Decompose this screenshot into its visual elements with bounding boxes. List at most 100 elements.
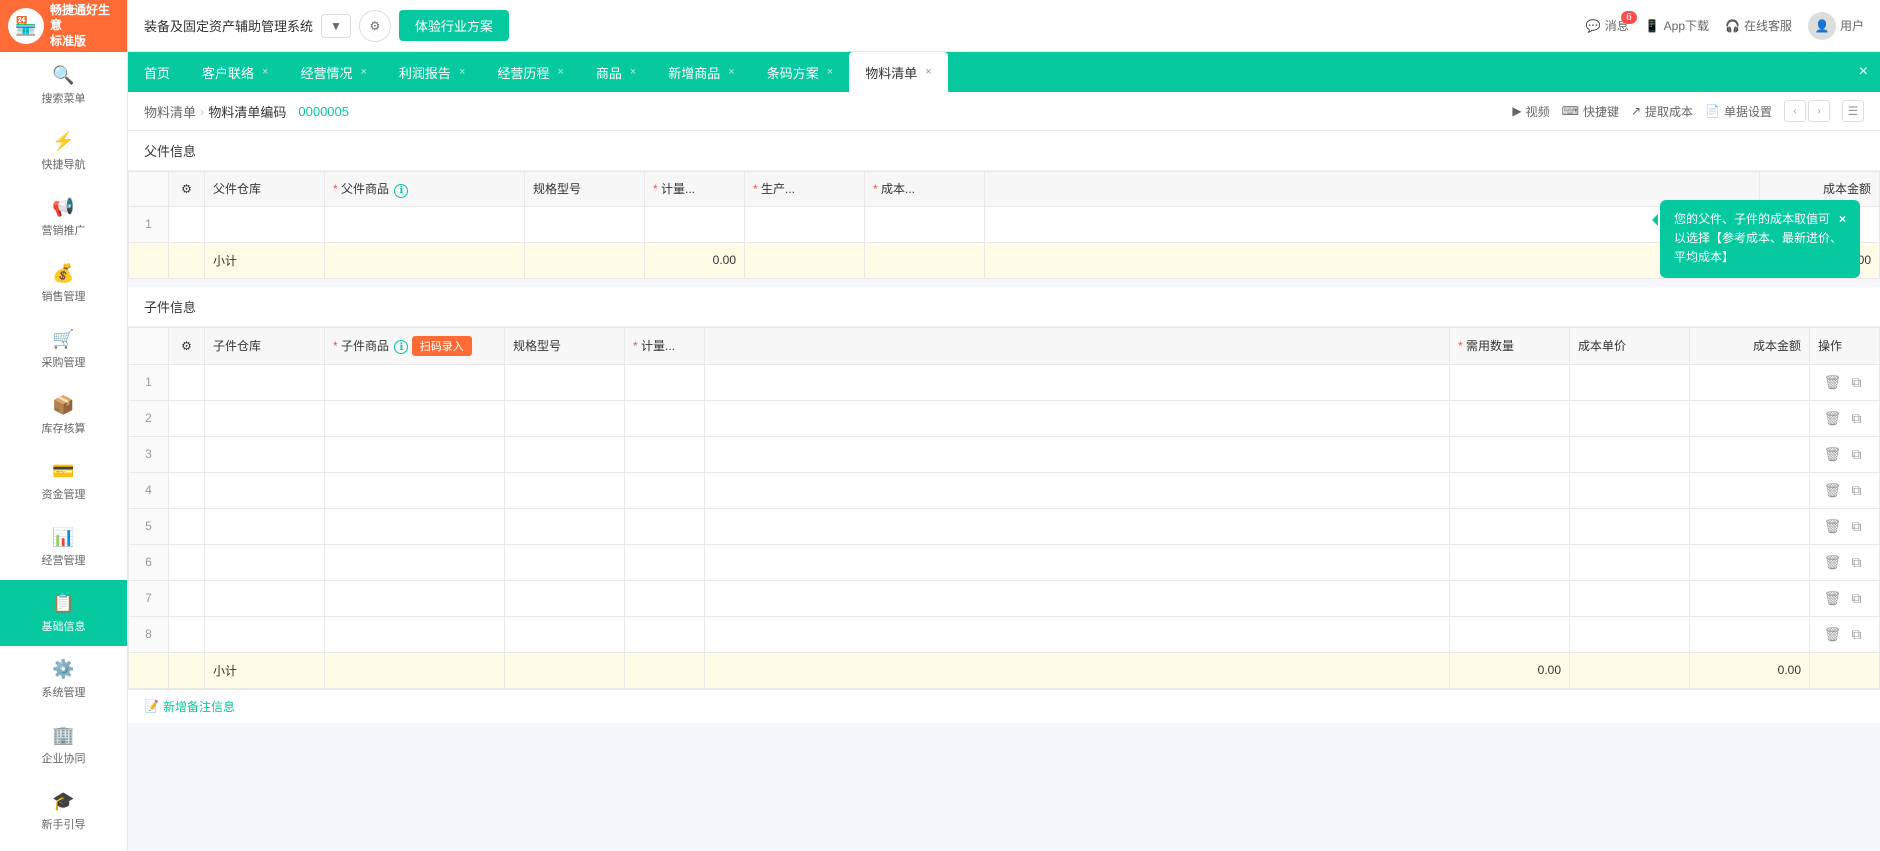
child-col-action: 操作 xyxy=(1810,327,1880,364)
child-row-1-spec[interactable] xyxy=(505,364,625,400)
parent-row-1-qty[interactable] xyxy=(645,206,745,242)
child-row-2-needed-qty[interactable] xyxy=(1450,400,1570,436)
delete-row-3-button[interactable]: 🗑 xyxy=(1823,444,1843,464)
tab-close-customer[interactable]: × xyxy=(262,66,268,78)
header-left: 装备及固定资产辅助管理系统 ▼ ⚙ 体验行业方案 xyxy=(144,10,509,42)
extract-cost-action[interactable]: ↗ 提取成本 xyxy=(1631,103,1693,120)
tab-close-profit[interactable]: × xyxy=(459,66,465,78)
tab-close-goods[interactable]: × xyxy=(630,66,636,78)
tab-close-history[interactable]: × xyxy=(557,66,563,78)
tab-close-operation[interactable]: × xyxy=(360,66,366,78)
child-row-1-needed-qty[interactable] xyxy=(1450,364,1570,400)
list-view-button[interactable]: ☰ xyxy=(1842,100,1864,122)
child-row-2-goods[interactable] xyxy=(325,400,505,436)
user-item[interactable]: 👤 用户 xyxy=(1808,12,1864,40)
video-action[interactable]: ▶ 视频 xyxy=(1512,103,1549,120)
child-row-2-warehouse[interactable] xyxy=(205,400,325,436)
goods-info-icon[interactable]: ℹ xyxy=(394,184,408,198)
child-row-1-warehouse[interactable] xyxy=(205,364,325,400)
sidebar-item-inventory[interactable]: 📦 库存核算 xyxy=(0,382,127,448)
copy-row-5-button[interactable]: ⧉ xyxy=(1847,516,1867,536)
tab-barcode[interactable]: 条码方案 × xyxy=(751,52,849,92)
sidebar-item-quicknav[interactable]: ⚡ 快捷导航 xyxy=(0,118,127,184)
sidebar-item-search[interactable]: 🔍 搜索菜单 xyxy=(0,52,127,118)
tab-close-new-goods[interactable]: × xyxy=(728,66,734,78)
next-arrow[interactable]: › xyxy=(1808,100,1830,122)
prev-arrow[interactable]: ‹ xyxy=(1784,100,1806,122)
copy-row-2-button[interactable]: ⧉ xyxy=(1847,408,1867,428)
parent-row-1-warehouse[interactable] xyxy=(205,206,325,242)
add-icon: 📝 xyxy=(144,699,159,713)
tab-bom[interactable]: 物料清单 × xyxy=(849,52,947,92)
message-item[interactable]: 💬 消息 6 xyxy=(1586,17,1629,34)
copy-row-3-button[interactable]: ⧉ xyxy=(1847,444,1867,464)
child-row-1-goods[interactable] xyxy=(325,364,505,400)
child-subtotal-row: 小计 0.00 0.00 xyxy=(129,652,1880,688)
sidebar-item-system[interactable]: ⚙️ 系统管理 xyxy=(0,646,127,712)
copy-row-1-button[interactable]: ⧉ xyxy=(1847,372,1867,392)
delete-row-4-button[interactable]: 🗑 xyxy=(1823,480,1843,500)
sidebar-item-operation[interactable]: 📊 经营管理 xyxy=(0,514,127,580)
tab-customer[interactable]: 客户联络 × xyxy=(186,52,284,92)
scan-input-button[interactable]: 扫码录入 xyxy=(412,336,472,356)
delete-row-7-button[interactable]: 🗑 xyxy=(1823,588,1843,608)
tab-home[interactable]: 首页 xyxy=(128,52,186,92)
parent-row-1-cost[interactable] xyxy=(865,206,985,242)
nav-tabs: 首页 客户联络 × 经营情况 × 利润报告 × 经营历程 × 商品 × xyxy=(128,52,1880,92)
sidebar-item-purchase[interactable]: 🛒 采购管理 xyxy=(0,316,127,382)
close-all-tabs-button[interactable]: × xyxy=(1847,63,1880,81)
online-service-item[interactable]: 🎧 在线客服 xyxy=(1725,17,1792,34)
parent-row-1-spec[interactable] xyxy=(525,206,645,242)
tab-goods[interactable]: 商品 × xyxy=(580,52,652,92)
add-remark-button[interactable]: 📝 新增备注信息 xyxy=(144,698,235,715)
app-dropdown-button[interactable]: ▼ xyxy=(321,14,351,38)
copy-row-8-button[interactable]: ⧉ xyxy=(1847,624,1867,644)
tab-close-barcode[interactable]: × xyxy=(827,66,833,78)
sidebar-item-corp[interactable]: 🏢 企业协同 xyxy=(0,712,127,778)
tab-new-goods[interactable]: 新增商品 × xyxy=(652,52,750,92)
delete-row-8-button[interactable]: 🗑 xyxy=(1823,624,1843,644)
parent-col-spec: 规格型号 xyxy=(525,172,645,207)
child-col-spacer xyxy=(705,327,1450,364)
sidebar-item-finance[interactable]: 💳 资金管理 xyxy=(0,448,127,514)
parent-row-1-production[interactable] xyxy=(745,206,865,242)
sidebar-item-basic[interactable]: 📋 基础信息 xyxy=(0,580,127,646)
shortcut-action[interactable]: ⌨ 快捷键 xyxy=(1562,103,1619,120)
copy-row-7-button[interactable]: ⧉ xyxy=(1847,588,1867,608)
money-icon: 💰 xyxy=(53,262,75,284)
tooltip-popup: × 您的父件、子件的成本取值可以选择【参考成本、最新进价、平均成本】 xyxy=(1660,200,1860,278)
header-right: 💬 消息 6 📱 App下载 🎧 在线客服 👤 用户 xyxy=(1586,12,1864,40)
copy-row-6-button[interactable]: ⧉ xyxy=(1847,552,1867,572)
tab-close-bom[interactable]: × xyxy=(925,66,931,78)
child-row-2-spec[interactable] xyxy=(505,400,625,436)
delete-row-2-button[interactable]: 🗑 xyxy=(1823,408,1843,428)
child-row-1-spacer xyxy=(705,364,1450,400)
tooltip-text: 您的父件、子件的成本取值可以选择【参考成本、最新进价、平均成本】 xyxy=(1674,212,1842,264)
tooltip-close-button[interactable]: × xyxy=(1839,210,1846,229)
delete-row-6-button[interactable]: 🗑 xyxy=(1823,552,1843,572)
child-row-1-cost-unit[interactable] xyxy=(1570,364,1690,400)
parent-row-1-goods[interactable] xyxy=(325,206,525,242)
parent-row-1-settings xyxy=(169,206,205,242)
sidebar-item-marketing[interactable]: 📢 营销推广 xyxy=(0,184,127,250)
child-row-2-qty-unit[interactable] xyxy=(625,400,705,436)
settings-button[interactable]: ⚙ xyxy=(359,10,391,42)
trial-button[interactable]: 体验行业方案 xyxy=(399,10,509,41)
sidebar-item-guide[interactable]: 🎓 新手引导 xyxy=(0,778,127,844)
child-col-warehouse: 子件仓库 xyxy=(205,327,325,364)
child-row-2-cost-unit[interactable] xyxy=(1570,400,1690,436)
logo-text: 畅捷通好生意 标准版 xyxy=(50,3,119,50)
tab-operation-status[interactable]: 经营情况 × xyxy=(284,52,382,92)
extract-icon: ↗ xyxy=(1631,104,1641,118)
delete-row-1-button[interactable]: 🗑 xyxy=(1823,372,1843,392)
child-subtotal-needed-qty: 0.00 xyxy=(1450,652,1570,688)
child-goods-info-icon[interactable]: ℹ xyxy=(394,340,408,354)
single-settings-action[interactable]: 📄 单据设置 xyxy=(1705,103,1772,120)
delete-row-5-button[interactable]: 🗑 xyxy=(1823,516,1843,536)
copy-row-4-button[interactable]: ⧉ xyxy=(1847,480,1867,500)
tab-profit[interactable]: 利润报告 × xyxy=(383,52,481,92)
tab-history[interactable]: 经营历程 × xyxy=(481,52,579,92)
child-row-1-qty-unit[interactable] xyxy=(625,364,705,400)
app-download-item[interactable]: 📱 App下载 xyxy=(1645,17,1709,34)
sidebar-item-sales[interactable]: 💰 销售管理 xyxy=(0,250,127,316)
